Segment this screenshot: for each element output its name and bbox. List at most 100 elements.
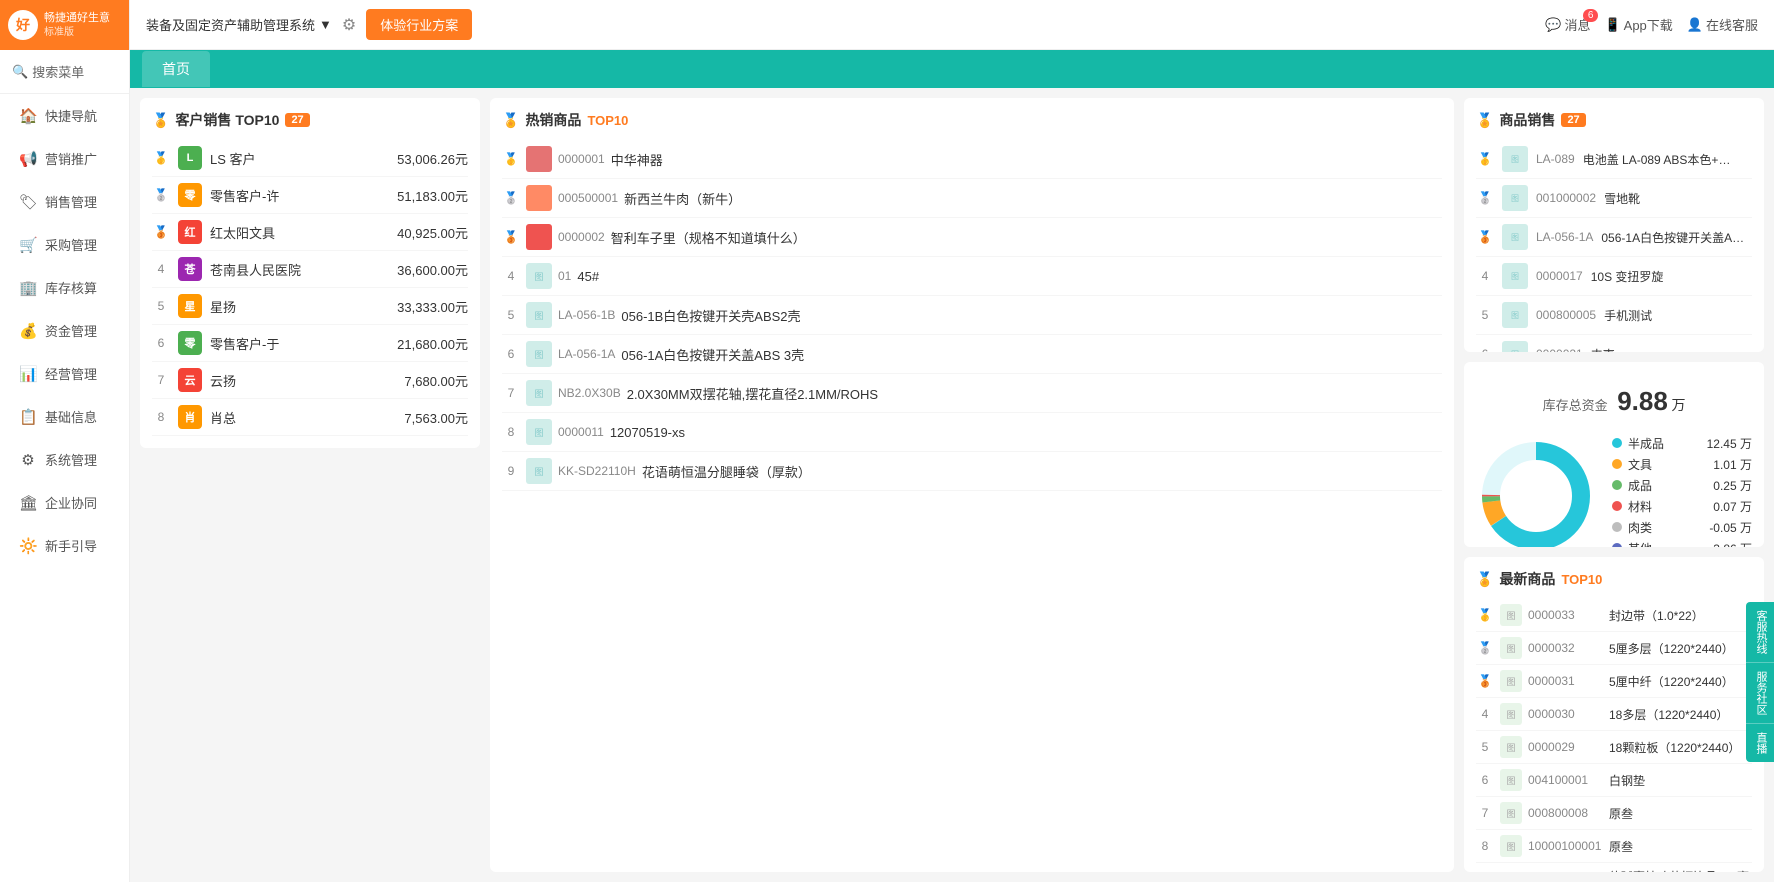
mobile-icon: 📱	[1604, 17, 1620, 33]
message-button[interactable]: 💬 消息 6	[1545, 15, 1590, 34]
legend-name: 半成品	[1628, 435, 1701, 452]
search-menu-button[interactable]: 🔍 搜索菜单	[8, 58, 121, 85]
base-info-icon: 📋	[19, 408, 37, 426]
sidebar-item-inventory[interactable]: 🏢 库存核算	[0, 266, 129, 309]
new-product-thumb: 图	[1500, 769, 1522, 791]
top-products-right-card: 🏅 商品销售 27 🥇 图 LA-089 电池盖 LA-089 ABS本色+黑种…	[1464, 98, 1764, 352]
sidebar-item-label: 新手引导	[45, 536, 97, 555]
float-button[interactable]: 服务社区	[1746, 663, 1774, 724]
top-customers-card: 🏅 客户销售 TOP10 27 🥇 L LS 客户 53,006.26元 🥈 零…	[140, 98, 480, 448]
new-product-name: 5厘中纤（1220*2440）	[1609, 673, 1752, 690]
system-select[interactable]: 装备及固定资产辅助管理系统 ▼	[146, 15, 332, 34]
hot-product-item: 7 图 NB2.0X30B 2.0X30MM双摆花轴,摆花直径2.1MM/ROH…	[502, 374, 1442, 413]
sidebar: 好 畅捷通好生意 标准版 🔍 搜索菜单 🏠 快捷导航 📢 营销推广 🏷 销售管理…	[0, 0, 130, 882]
new-product-thumb: 图	[1500, 835, 1522, 857]
customer-value: 36,600.00元	[397, 260, 468, 279]
legend-item: 肉类 -0.05 万	[1612, 517, 1752, 538]
legend-item: 成品 0.25 万	[1612, 475, 1752, 496]
inventory-icon: 🏢	[19, 279, 37, 297]
sidebar-item-corp-collab[interactable]: 🏛 企业协同	[0, 481, 129, 524]
new-product-thumb: 图	[1500, 604, 1522, 626]
corp-collab-icon: 🏛	[19, 494, 37, 512]
service-icon: 👤	[1687, 17, 1703, 33]
new-icon: 🏅	[1476, 571, 1493, 588]
hot-products-list: 🥇 0000001 中华神器 🥈 000500001 新西兰牛肉（新牛） 🥉 0…	[502, 140, 1442, 491]
legend-name: 成品	[1628, 477, 1707, 494]
sidebar-item-quick-nav[interactable]: 🏠 快捷导航	[0, 94, 129, 137]
product-image	[526, 146, 552, 172]
rank-number: 🥉	[1476, 674, 1494, 688]
new-products-list: 🥇 图 0000033 封边带（1.0*22） 🥈 图 0000032 5厘多层…	[1476, 599, 1752, 872]
product-code: 0000002	[558, 230, 605, 244]
sidebar-search-area[interactable]: 🔍 搜索菜单	[0, 50, 129, 94]
content-center: 🏅 热销商品 TOP10 🥇 0000001 中华神器 🥈 000500001 …	[490, 98, 1454, 872]
new-product-item: 🥈 图 0000032 5厘多层（1220*2440）	[1476, 632, 1752, 665]
online-service-button[interactable]: 👤 在线客服	[1687, 15, 1758, 34]
app-download-button[interactable]: 📱 App下载	[1604, 15, 1672, 34]
product-name: 花语萌恒温分腿睡袋（厚款）	[642, 462, 1442, 481]
customers-badge: 27	[285, 113, 309, 127]
float-button[interactable]: 直播	[1746, 724, 1774, 762]
new-product-code: 004100001	[1528, 773, 1603, 787]
sidebar-item-marketing[interactable]: 📢 营销推广	[0, 137, 129, 180]
product-image-placeholder: 图	[526, 458, 552, 484]
tab-home[interactable]: 首页	[142, 51, 210, 87]
customer-value: 7,680.00元	[404, 371, 468, 390]
legend-value: 1.01 万	[1713, 456, 1752, 473]
legend-color	[1612, 543, 1622, 547]
sidebar-item-operations[interactable]: 📊 经营管理	[0, 352, 129, 395]
sidebar-item-base-info[interactable]: 📋 基础信息	[0, 395, 129, 438]
rank-number: 4	[1476, 707, 1494, 721]
product-image-placeholder: 图	[526, 302, 552, 328]
legend-color	[1612, 501, 1622, 511]
sidebar-item-label: 经营管理	[45, 364, 97, 383]
product-code: 0000011	[558, 425, 604, 439]
product-code: LA-056-1A	[1536, 230, 1593, 244]
content-left: 🏅 客户销售 TOP10 27 🥇 L LS 客户 53,006.26元 🥈 零…	[140, 98, 480, 872]
medal-icon: 🏅	[152, 112, 169, 129]
search-icon: 🔍	[12, 64, 28, 80]
sidebar-item-new-guide[interactable]: 🔆 新手引导	[0, 524, 129, 567]
product-name: 雪地靴	[1604, 190, 1752, 207]
new-product-name: 18颗粒板（1220*2440）	[1609, 739, 1752, 756]
product-code: 0000021	[1536, 347, 1583, 352]
product-name: 45#	[577, 269, 1442, 284]
customer-name: 苍南县人民医院	[210, 260, 389, 279]
legend-value: 0.25 万	[1713, 477, 1752, 494]
sidebar-item-finance[interactable]: 💰 资金管理	[0, 309, 129, 352]
new-product-code: 10000100001	[1528, 839, 1603, 853]
customer-rank-item: 6 零 零售客户-于 21,680.00元	[152, 325, 468, 362]
customer-rank-item: 🥈 零 零售客户-许 51,183.00元	[152, 177, 468, 214]
new-product-code: 0000033	[1528, 608, 1603, 622]
inventory-total: 库存总资金 9.88 万	[1476, 374, 1752, 425]
sidebar-logo: 好 畅捷通好生意 标准版	[0, 0, 129, 50]
rank-number: 5	[502, 308, 520, 322]
new-product-item: 6 图 004100001 白钢垫	[1476, 764, 1752, 797]
product-name: 056-1A白色按键开关盖ABS 3壳	[1601, 229, 1751, 246]
product-image	[526, 224, 552, 250]
rank-number: 🥇	[1476, 608, 1494, 622]
settings-icon[interactable]: ⚙	[342, 15, 356, 35]
hot-product-item: 5 图 LA-056-1B 056-1B白色按键开关壳ABS2壳	[502, 296, 1442, 335]
product-code: 01	[558, 269, 571, 283]
customer-rank-item: 8 肖 肖总 7,563.00元	[152, 399, 468, 436]
rank-number: 9	[502, 464, 520, 478]
main-area: 装备及固定资产辅助管理系统 ▼ ⚙ 体验行业方案 💬 消息 6 📱 App下载 …	[130, 0, 1774, 882]
product-code: NB2.0X30B	[558, 386, 621, 400]
customer-value: 33,333.00元	[397, 297, 468, 316]
float-button[interactable]: 客服热线	[1746, 602, 1774, 663]
rank-number: 🥇	[502, 152, 520, 166]
legend-item: 其他 -3.86 万	[1612, 538, 1752, 547]
float-buttons: 客服热线服务社区直播	[1746, 602, 1774, 762]
product-code: 000500001	[558, 191, 618, 205]
customer-rank-item: 5 星 星扬 33,333.00元	[152, 288, 468, 325]
rank-number: 4	[502, 269, 520, 283]
sidebar-item-purchase[interactable]: 🛒 采购管理	[0, 223, 129, 266]
trial-button[interactable]: 体验行业方案	[366, 9, 472, 40]
sidebar-item-label: 系统管理	[45, 450, 97, 469]
sidebar-item-label: 采购管理	[45, 235, 97, 254]
sidebar-item-sales[interactable]: 🏷 销售管理	[0, 180, 129, 223]
donut-chart-container: 半成品 12.45 万 文具 1.01 万 成品 0.25 万 材料 0.07 …	[1476, 425, 1752, 547]
product-code: 000800005	[1536, 308, 1596, 322]
sidebar-item-sys-mgmt[interactable]: ⚙ 系统管理	[0, 438, 129, 481]
